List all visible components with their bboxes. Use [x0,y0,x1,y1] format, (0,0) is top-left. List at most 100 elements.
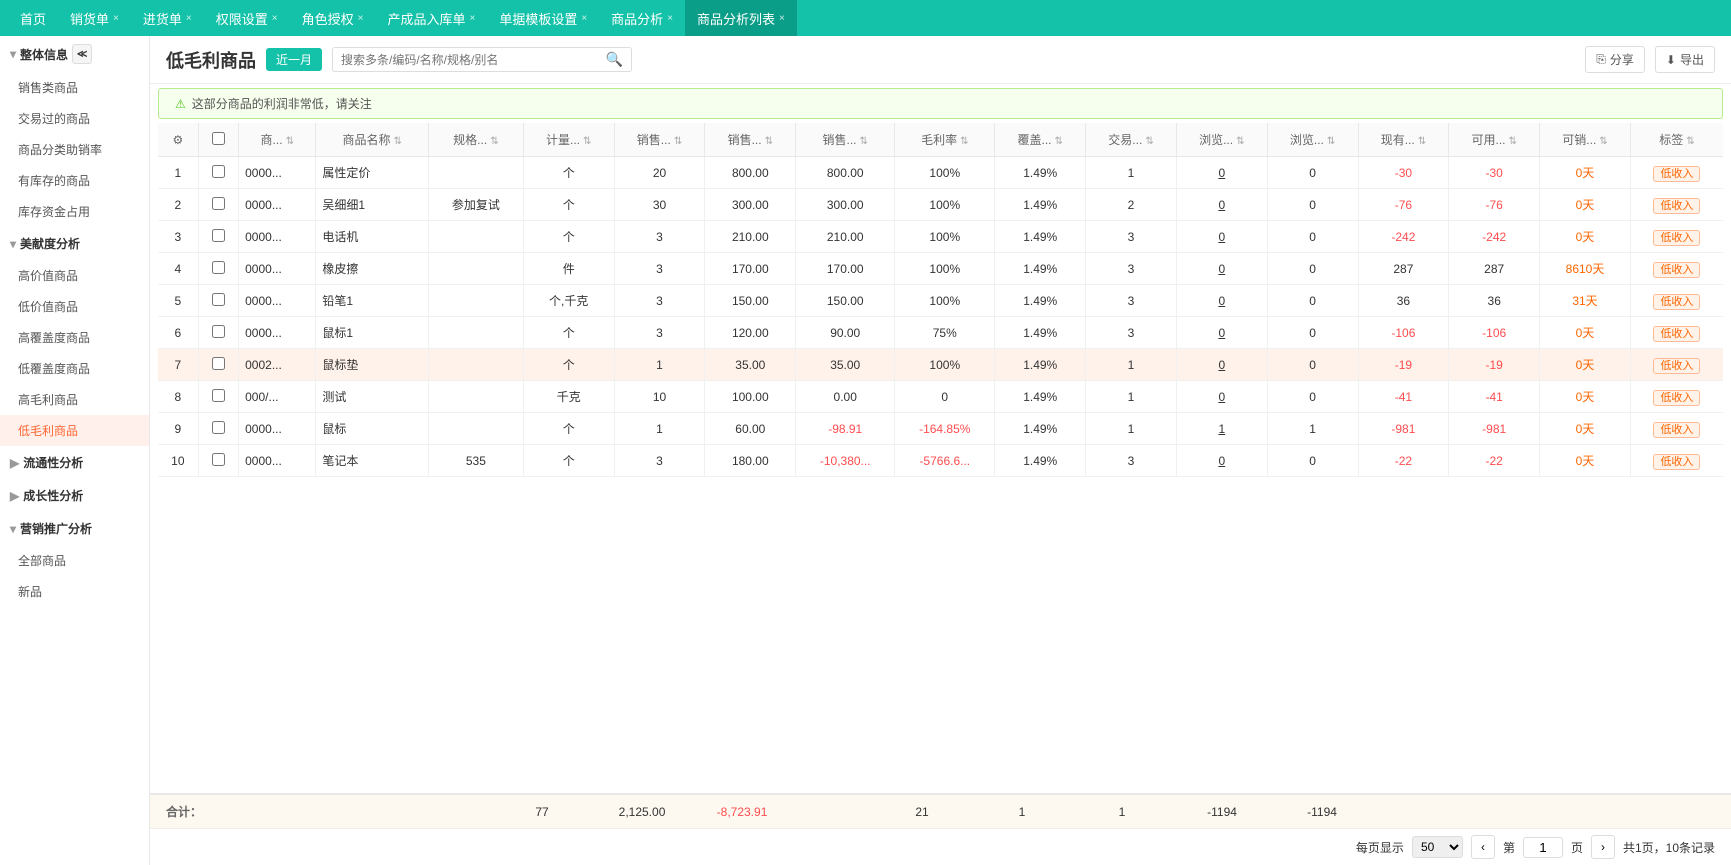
nav-permission[interactable]: 权限设置× [204,0,290,36]
row-checkbox[interactable] [198,413,238,445]
sidebar-section-growth[interactable]: ▶ 成长性分析 [0,479,149,512]
row-current: -981 [1358,413,1449,445]
row-select[interactable] [212,453,225,466]
table-row: 6 0000... 鼠标1 个 3 120.00 90.00 75% 1.49%… [158,317,1723,349]
row-select[interactable] [212,357,225,370]
row-select[interactable] [212,389,225,402]
col-settings[interactable]: ⚙ [158,123,198,157]
share-button[interactable]: ⎘ 分享 [1585,46,1645,73]
per-page-select[interactable]: 50 100 200 [1412,836,1463,858]
nav-sales-close[interactable]: × [113,13,119,24]
nav-template[interactable]: 单据模板设置× [487,0,599,36]
page-prev-btn[interactable]: ‹ [1471,835,1495,859]
nav-product-analysis[interactable]: 商品分析× [599,0,685,36]
row-checkbox[interactable] [198,157,238,189]
row-select[interactable] [212,197,225,210]
row-browse1[interactable]: 0 [1176,445,1267,477]
col-browse2[interactable]: 浏览...⇅ [1267,123,1358,157]
row-browse1[interactable]: 0 [1176,349,1267,381]
col-unit[interactable]: 计量...⇅ [523,123,614,157]
col-tag[interactable]: 标签⇅ [1630,123,1723,157]
nav-product-analysis-list[interactable]: 商品分析列表× [685,0,797,36]
section-arrow-circulation: ▶ [10,456,19,470]
section-arrow-growth: ▶ [10,489,19,503]
col-trade[interactable]: 交易...⇅ [1086,123,1177,157]
row-browse1[interactable]: 0 [1176,189,1267,221]
nav-sales[interactable]: 销货单× [58,0,131,36]
nav-purchase[interactable]: 进货单× [131,0,204,36]
export-button[interactable]: ⬇ 导出 [1655,46,1715,73]
search-input[interactable] [341,53,606,67]
nav-list-close[interactable]: × [779,13,785,24]
sidebar-item-low-margin[interactable]: 低毛利商品 [0,415,149,446]
row-browse1[interactable]: 1 [1176,413,1267,445]
sidebar-section-overall[interactable]: ▾ 整体信息 ≪ [0,36,149,72]
sidebar-item-all-goods[interactable]: 全部商品 [0,545,149,576]
row-browse1[interactable]: 0 [1176,157,1267,189]
row-browse1[interactable]: 0 [1176,221,1267,253]
row-checkbox[interactable] [198,381,238,413]
nav-role-close[interactable]: × [358,13,364,24]
nav-permission-close[interactable]: × [272,13,278,24]
col-current[interactable]: 现有...⇅ [1358,123,1449,157]
sidebar-item-stock-goods[interactable]: 有库存的商品 [0,165,149,196]
sidebar-section-beauty[interactable]: ▾ 美献度分析 [0,227,149,260]
col-sales-price[interactable]: 销售...⇅ [705,123,796,157]
filter-recent-month-btn[interactable]: 近一月 [266,48,322,71]
nav-role[interactable]: 角色授权× [290,0,376,36]
row-select[interactable] [212,165,225,178]
col-available[interactable]: 可用...⇅ [1449,123,1540,157]
page-number-input[interactable] [1523,837,1563,858]
sidebar-item-sales-goods[interactable]: 销售类商品 [0,72,149,103]
collapse-btn-overall[interactable]: ≪ [72,44,92,64]
row-browse1[interactable]: 0 [1176,253,1267,285]
sidebar-section-marketing[interactable]: ▾ 营销推广分析 [0,512,149,545]
col-gross-rate[interactable]: 毛利率⇅ [895,123,995,157]
page-next-btn[interactable]: › [1591,835,1615,859]
row-checkbox[interactable] [198,445,238,477]
row-spec [428,221,523,253]
col-browse1[interactable]: 浏览...⇅ [1176,123,1267,157]
row-checkbox[interactable] [198,253,238,285]
sidebar-item-new-goods[interactable]: 新品 [0,576,149,607]
search-icon[interactable]: 🔍 [606,51,623,68]
sidebar-item-low-coverage[interactable]: 低覆盖度商品 [0,353,149,384]
row-checkbox[interactable] [198,221,238,253]
col-name[interactable]: 商品名称⇅ [316,123,429,157]
nav-purchase-close[interactable]: × [186,13,192,24]
nav-template-close[interactable]: × [581,13,587,24]
sidebar-item-traded-goods[interactable]: 交易过的商品 [0,103,149,134]
row-checkbox[interactable] [198,285,238,317]
nav-product-analysis-close[interactable]: × [667,13,673,24]
col-spec[interactable]: 规格...⇅ [428,123,523,157]
row-browse1[interactable]: 0 [1176,285,1267,317]
col-sales-amount[interactable]: 销售...⇅ [796,123,895,157]
col-code[interactable]: 商...⇅ [239,123,316,157]
sidebar-item-high-coverage[interactable]: 高覆盖度商品 [0,322,149,353]
sidebar-item-low-value[interactable]: 低价值商品 [0,291,149,322]
row-select[interactable] [212,293,225,306]
col-sellable[interactable]: 可销...⇅ [1540,123,1631,157]
sidebar-item-high-margin[interactable]: 高毛利商品 [0,384,149,415]
row-checkbox[interactable] [198,349,238,381]
row-select[interactable] [212,325,225,338]
row-select[interactable] [212,229,225,242]
row-checkbox[interactable] [198,317,238,349]
nav-product-entry-close[interactable]: × [469,13,475,24]
nav-home[interactable]: 首页 [8,0,58,36]
row-spec [428,253,523,285]
sidebar-item-stock-capital[interactable]: 库存资金占用 [0,196,149,227]
select-all-checkbox[interactable] [212,132,225,145]
sidebar-section-circulation[interactable]: ▶ 流通性分析 [0,446,149,479]
nav-product-entry[interactable]: 产成品入库单× [375,0,487,36]
row-checkbox[interactable] [198,189,238,221]
row-select[interactable] [212,261,225,274]
col-sales-qty[interactable]: 销售...⇅ [614,123,705,157]
col-cover-rate[interactable]: 覆盖...⇅ [995,123,1086,157]
sidebar-item-high-value[interactable]: 高价值商品 [0,260,149,291]
row-browse1[interactable]: 0 [1176,381,1267,413]
row-browse1[interactable]: 0 [1176,317,1267,349]
top-navigation: 首页 销货单× 进货单× 权限设置× 角色授权× 产成品入库单× 单据模板设置×… [0,0,1731,36]
sidebar-item-category-rate[interactable]: 商品分类助销率 [0,134,149,165]
row-select[interactable] [212,421,225,434]
